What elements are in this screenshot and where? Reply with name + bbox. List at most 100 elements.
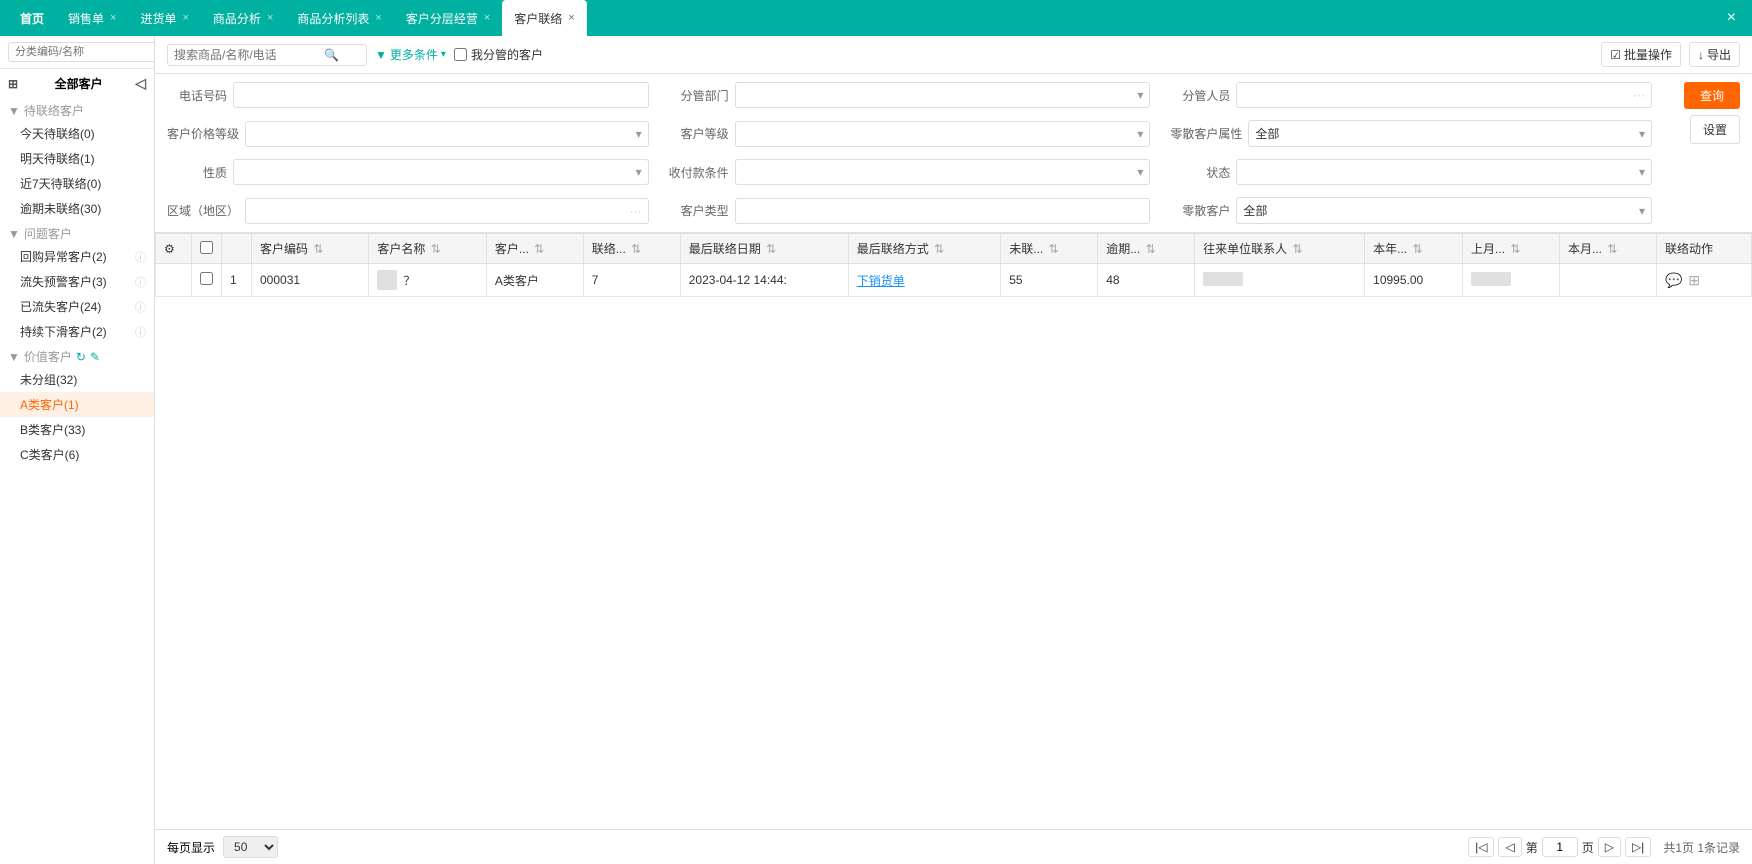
phone-input[interactable] bbox=[233, 82, 649, 108]
col-this-year[interactable]: 本年... ⇅ bbox=[1365, 234, 1463, 264]
col-type[interactable]: 客户... ⇅ bbox=[486, 234, 583, 264]
nav-product-list[interactable]: 商品分析列表 × bbox=[285, 0, 393, 36]
region-select[interactable]: ··· bbox=[245, 198, 649, 224]
col-last-date[interactable]: 最后联络日期 ⇅ bbox=[680, 234, 848, 264]
sidebar-item-tomorrow[interactable]: 明天待联络(1) bbox=[0, 146, 154, 171]
edit-icon[interactable]: ✎ bbox=[90, 350, 100, 364]
row-name: ？ bbox=[369, 264, 486, 297]
nav-purchase-label: 进货单 bbox=[140, 10, 176, 27]
col-last-month[interactable]: 上月... ⇅ bbox=[1463, 234, 1560, 264]
customer-table: ⚙ 客户编码 ⇅ 客户名称 ⇅ bbox=[155, 233, 1752, 297]
sidebar-item-unclassified[interactable]: 未分组(32) bbox=[0, 367, 154, 392]
sidebar-item-repurchase[interactable]: 回购异常客户(2) ⓘ bbox=[0, 244, 154, 269]
overdue-col-label: 逾期... bbox=[1106, 242, 1140, 256]
nav-product-analysis[interactable]: 商品分析 × bbox=[201, 0, 285, 36]
sidebar-group-value[interactable]: ▼ 价值客户 ↻ ✎ bbox=[0, 344, 154, 367]
filter-bar: 🔍 ▼ 更多条件 ▾ 我分管的客户 ☑ 批量操作 ↓ 导出 bbox=[155, 36, 1752, 74]
per-page-select[interactable]: 50 100 200 bbox=[223, 836, 278, 858]
nav-customer-contact-close[interactable]: × bbox=[568, 12, 574, 24]
filter-nature: 性质 ▾ bbox=[167, 159, 649, 185]
filter-customer-type: 客户类型 bbox=[669, 198, 1151, 224]
nav-product-list-close[interactable]: × bbox=[375, 12, 381, 24]
last-method-sort-icon: ⇅ bbox=[934, 242, 944, 256]
nav-purchase-close[interactable]: × bbox=[182, 12, 188, 24]
batch-op-label: 批量操作 bbox=[1624, 46, 1672, 63]
row-code[interactable]: 000031 bbox=[252, 264, 369, 297]
region-dots[interactable]: ··· bbox=[630, 204, 642, 218]
last-method-link[interactable]: 下销货单 bbox=[857, 274, 905, 288]
sidebar-group-pending[interactable]: ▼ 待联络客户 bbox=[0, 98, 154, 121]
col-no-contact[interactable]: 未联... ⇅ bbox=[1001, 234, 1098, 264]
col-unit-contact[interactable]: 往来单位联系人 ⇅ bbox=[1195, 234, 1365, 264]
action-col-label: 联络动作 bbox=[1665, 242, 1713, 256]
filter-icon: ▼ bbox=[375, 48, 387, 62]
price-level-select[interactable]: ▾ bbox=[245, 121, 649, 147]
nav-sales[interactable]: 销售单 × bbox=[56, 0, 128, 36]
nav-purchase[interactable]: 进货单 × bbox=[128, 0, 200, 36]
page-label: 第 bbox=[1526, 839, 1538, 856]
sidebar-all-customers[interactable]: ⊞ 全部客户 ◁ bbox=[0, 69, 154, 98]
sidebar-item-class-c[interactable]: C类客户(6) bbox=[0, 442, 154, 467]
sidebar-item-class-a[interactable]: A类客户(1) bbox=[0, 392, 154, 417]
sidebar-item-7days[interactable]: 近7天待联络(0) bbox=[0, 171, 154, 196]
dept-select[interactable]: ▾ bbox=[735, 82, 1151, 108]
nav-sales-close[interactable]: × bbox=[110, 12, 116, 24]
row-select-checkbox[interactable] bbox=[200, 272, 213, 285]
col-contact[interactable]: 联络... ⇅ bbox=[583, 234, 680, 264]
window-close-button[interactable]: × bbox=[1719, 9, 1744, 27]
my-customers-filter[interactable]: 我分管的客户 bbox=[454, 46, 543, 63]
filter-search-icon[interactable]: 🔍 bbox=[324, 48, 339, 62]
payment-caret: ▾ bbox=[1137, 165, 1143, 179]
next-page-button[interactable]: ▷ bbox=[1598, 837, 1621, 857]
sidebar-item-class-b[interactable]: B类客户(33) bbox=[0, 417, 154, 442]
nav-customer-segment-close[interactable]: × bbox=[484, 12, 490, 24]
retail-attr-select[interactable]: 全部 ▾ bbox=[1248, 120, 1652, 147]
action-contact-icon[interactable]: 💬 bbox=[1665, 272, 1682, 289]
sidebar-collapse-icon[interactable]: ◁ bbox=[135, 75, 146, 92]
table-header-row: ⚙ 客户编码 ⇅ 客户名称 ⇅ bbox=[156, 234, 1752, 264]
sidebar-search-container: 🔍 bbox=[0, 36, 154, 69]
col-last-method[interactable]: 最后联络方式 ⇅ bbox=[848, 234, 1000, 264]
my-customers-checkbox[interactable] bbox=[454, 48, 467, 61]
nav-sales-label: 销售单 bbox=[68, 10, 104, 27]
status-select[interactable]: ▾ bbox=[1236, 159, 1652, 185]
sidebar-item-today[interactable]: 今天待联络(0) bbox=[0, 121, 154, 146]
nav-product-analysis-close[interactable]: × bbox=[267, 12, 273, 24]
nav-customer-segment[interactable]: 客户分层经营 × bbox=[394, 0, 502, 36]
nature-select[interactable]: ▾ bbox=[233, 159, 649, 185]
status-label: 状态 bbox=[1170, 164, 1230, 181]
retail-select[interactable]: 全部 ▾ bbox=[1236, 197, 1652, 224]
nav-customer-contact[interactable]: 客户联络 × bbox=[502, 0, 586, 36]
row-last-method[interactable]: 下销货单 bbox=[848, 264, 1000, 297]
payment-select[interactable]: ▾ bbox=[735, 159, 1151, 185]
export-button[interactable]: ↓ 导出 bbox=[1689, 42, 1740, 67]
col-overdue[interactable]: 逾期... ⇅ bbox=[1098, 234, 1195, 264]
action-more-icon[interactable]: ⊞ bbox=[1688, 272, 1700, 289]
select-all-checkbox[interactable] bbox=[200, 241, 213, 254]
sidebar-item-churn-warning[interactable]: 流失预警客户(3) ⓘ bbox=[0, 269, 154, 294]
query-button[interactable]: 查询 bbox=[1684, 82, 1740, 109]
more-filters-button[interactable]: ▼ 更多条件 ▾ bbox=[375, 46, 446, 63]
col-name[interactable]: 客户名称 ⇅ bbox=[369, 234, 486, 264]
manager-dots[interactable]: ··· bbox=[1633, 88, 1645, 102]
first-page-button[interactable]: |◁ bbox=[1468, 837, 1494, 857]
col-this-month[interactable]: 本月... ⇅ bbox=[1560, 234, 1657, 264]
sidebar-search-input[interactable] bbox=[8, 42, 155, 62]
sidebar-item-declining[interactable]: 持续下滑客户(2) ⓘ bbox=[0, 319, 154, 344]
sidebar-item-churned[interactable]: 已流失客户(24) ⓘ bbox=[0, 294, 154, 319]
customer-level-select[interactable]: ▾ bbox=[735, 121, 1151, 147]
sidebar-item-overdue[interactable]: 逾期未联络(30) bbox=[0, 196, 154, 221]
refresh-icon[interactable]: ↻ bbox=[76, 350, 86, 364]
manager-select[interactable]: ··· bbox=[1236, 82, 1652, 108]
filter-search-input[interactable] bbox=[174, 48, 324, 62]
prev-page-button[interactable]: ◁ bbox=[1498, 837, 1521, 857]
customer-type-select[interactable] bbox=[735, 198, 1151, 224]
last-page-button[interactable]: ▷| bbox=[1625, 837, 1651, 857]
batch-operation-button[interactable]: ☑ 批量操作 bbox=[1601, 42, 1681, 67]
sidebar-group-problem[interactable]: ▼ 问题客户 bbox=[0, 221, 154, 244]
nav-home[interactable]: 首页 bbox=[8, 0, 56, 36]
col-settings[interactable]: ⚙ bbox=[156, 234, 192, 264]
settings-button[interactable]: 设置 bbox=[1690, 115, 1740, 144]
page-number-input[interactable] bbox=[1542, 837, 1578, 857]
col-code[interactable]: 客户编码 ⇅ bbox=[252, 234, 369, 264]
